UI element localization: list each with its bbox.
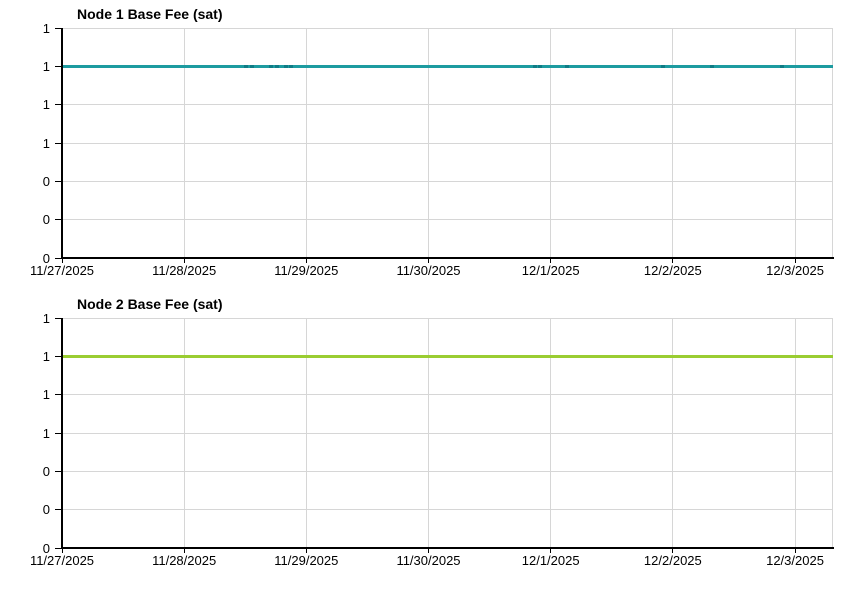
data-point-marker	[565, 64, 569, 68]
gridline-vertical	[794, 318, 796, 548]
y-tick-label: 1	[42, 135, 50, 151]
plot-right-border	[832, 318, 833, 548]
y-tick-label: 0	[42, 173, 50, 189]
y-tick-label: 1	[42, 425, 50, 441]
plot-right-border	[832, 28, 833, 258]
gridline-vertical	[305, 318, 307, 548]
gridline-vertical	[672, 28, 674, 258]
x-tick-label: 12/1/2025	[521, 263, 580, 278]
gridline-vertical	[305, 28, 307, 258]
gridline-horizontal	[62, 394, 833, 396]
x-tick-label: 11/27/2025	[29, 553, 95, 568]
gridline-horizontal	[62, 317, 833, 319]
y-axis-line	[61, 28, 63, 259]
gridline-vertical	[550, 28, 552, 258]
gridline-horizontal	[62, 180, 833, 182]
x-tick-label: 11/30/2025	[396, 263, 461, 278]
gridline-horizontal	[62, 27, 833, 29]
x-tick-label: 12/2/2025	[643, 553, 702, 568]
y-tick-label: 1	[42, 387, 50, 403]
y-tick-label: 1	[42, 97, 50, 113]
data-point-marker	[249, 64, 254, 68]
x-tick-label: 12/1/2025	[521, 553, 580, 568]
y-tick-label: 1	[42, 20, 50, 36]
x-tick-label: 12/3/2025	[766, 263, 824, 278]
y-tick-label: 1	[42, 310, 50, 326]
gridline-vertical	[550, 318, 552, 548]
data-point-marker	[275, 64, 280, 68]
gridline-horizontal	[62, 142, 833, 144]
gridline-horizontal	[62, 219, 833, 221]
chart-title-node-1: Node 1 Base Fee (sat)	[77, 6, 223, 22]
y-tick-label: 0	[42, 463, 50, 479]
y-tick-label: 1	[42, 348, 50, 364]
data-point-marker	[244, 64, 249, 68]
gridline-vertical	[794, 28, 796, 258]
y-tick-label: 0	[42, 212, 50, 228]
plot-area-node-1: 1 1 1 1 0 0 0 11/27/2025 11/28/2025 11/29/2025 11/…	[30, 21, 834, 278]
chart-node-2-base-fee: Node 2 Base Fee (sat) 1 1 1 1 0 0 0 11/27/2025 1…	[0, 296, 860, 586]
data-point-marker	[288, 64, 293, 68]
y-tick-label: 1	[42, 58, 50, 74]
data-point-marker	[780, 64, 785, 68]
x-tick-label: 11/28/2025	[152, 263, 217, 278]
chart-title-node-2: Node 2 Base Fee (sat)	[77, 296, 223, 312]
x-tick-label: 12/2/2025	[643, 263, 702, 278]
y-axis-line	[61, 318, 63, 549]
y-tick-label: 0	[42, 502, 50, 518]
data-point-marker	[660, 64, 665, 68]
x-axis-line	[61, 547, 834, 549]
charts-canvas: Node 1 Base Fee (sat) 1 1 1 1 0 0 0 11/27/2025 1…	[0, 0, 860, 600]
gridline-horizontal	[62, 432, 833, 434]
data-point-marker	[283, 64, 288, 68]
x-tick-label: 11/27/2025	[29, 263, 95, 278]
data-point-marker	[709, 64, 714, 68]
gridline-vertical	[672, 318, 674, 548]
gridline-horizontal	[62, 470, 833, 472]
x-tick-label: 11/29/2025	[274, 553, 339, 568]
gridline-vertical	[183, 28, 185, 258]
gridline-vertical	[183, 318, 185, 548]
gridline-vertical	[428, 318, 429, 548]
chart-node-1-base-fee: Node 1 Base Fee (sat) 1 1 1 1 0 0 0 11/27/2025 1…	[0, 6, 860, 296]
gridline-horizontal	[62, 104, 833, 106]
series-line	[62, 354, 833, 358]
x-tick-label: 11/29/2025	[274, 263, 339, 278]
series-line	[62, 64, 833, 68]
gridline-horizontal	[62, 509, 833, 511]
x-tick-label: 11/28/2025	[152, 553, 217, 568]
plot-area-node-2: 1 1 1 1 0 0 0 11/27/2025 11/28/2025 11/29/2025 11/…	[30, 311, 834, 568]
data-point-marker	[268, 64, 273, 68]
x-tick-label: 12/3/2025	[766, 553, 824, 568]
data-point-marker	[532, 64, 537, 68]
x-tick-label: 11/30/2025	[396, 553, 461, 568]
data-point-marker	[538, 64, 543, 68]
gridline-vertical	[428, 28, 429, 258]
x-axis-line	[61, 257, 834, 259]
